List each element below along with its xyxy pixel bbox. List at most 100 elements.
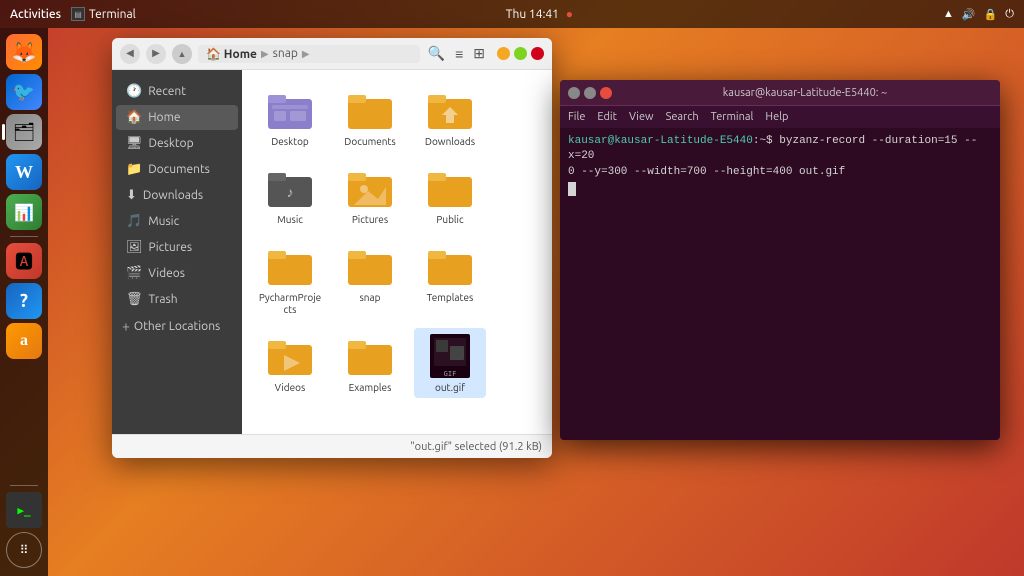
terminal-prompt: kausar@kausar-Latitude-E5440: [568, 135, 753, 147]
documents-icon: 📁: [126, 162, 142, 177]
file-manager-titlebar: ◀ ▶ ▲ 🏠 Home ▶ snap ▶ 🔍 ≡ ⊞: [112, 38, 552, 70]
sidebar-item-documents[interactable]: 📁 Documents: [116, 157, 238, 182]
application-dock: 🦊 🐦 🗂 W 📊 🅰 ? a ▶_ ⠿: [0, 28, 48, 576]
forward-button[interactable]: ▶: [146, 44, 166, 64]
path-arrow-2: ▶: [302, 48, 310, 60]
dock-icon-software[interactable]: 🅰: [6, 243, 42, 279]
terminal-minimize-button[interactable]: [568, 87, 580, 99]
dock-icon-calc[interactable]: 📊: [6, 194, 42, 230]
file-item-documents[interactable]: Documents: [334, 82, 406, 152]
file-name-snap: snap: [359, 292, 380, 304]
folder-icon-documents: [346, 86, 394, 134]
folder-icon-videos: [266, 332, 314, 380]
terminal-cursor-line: [568, 180, 992, 195]
sidebar-item-videos[interactable]: 🎬 Videos: [116, 261, 238, 286]
sidebar-label-videos: Videos: [148, 267, 185, 280]
sidebar-item-other-locations[interactable]: + Other Locations: [112, 313, 242, 339]
dock-icon-writer[interactable]: W: [6, 154, 42, 190]
sidebar-item-pictures[interactable]: 🖼 Pictures: [116, 235, 238, 260]
file-item-desktop[interactable]: Desktop: [254, 82, 326, 152]
sidebar-label-trash: Trash: [149, 293, 178, 306]
add-icon: +: [122, 318, 130, 334]
sidebar-item-recent[interactable]: 🕐 Recent: [116, 79, 238, 104]
minimize-button[interactable]: [497, 47, 510, 60]
file-item-templates[interactable]: Templates: [414, 238, 486, 320]
file-name-examples: Examples: [349, 382, 392, 394]
terminal-window-controls: [568, 87, 612, 99]
sidebar-item-music[interactable]: 🎵 Music: [116, 209, 238, 234]
terminal-menu-edit[interactable]: Edit: [597, 111, 617, 123]
dock-icon-terminal[interactable]: ▶_: [6, 492, 42, 528]
recent-icon: 🕐: [126, 84, 142, 99]
terminal-cursor: [568, 182, 576, 196]
file-item-examples[interactable]: Examples: [334, 328, 406, 398]
file-name-videos: Videos: [275, 382, 306, 394]
up-button[interactable]: ▲: [172, 44, 192, 64]
sidebar-item-home[interactable]: 🏠 Home: [116, 105, 238, 130]
sidebar-item-trash[interactable]: 🗑 Trash: [116, 287, 238, 312]
terminal-menu-help[interactable]: Help: [765, 111, 788, 123]
folder-icon-music: ♪: [266, 164, 314, 212]
home-icon: 🏠: [126, 110, 142, 125]
file-item-videos[interactable]: Videos: [254, 328, 326, 398]
terminal-close-button[interactable]: [600, 87, 612, 99]
file-name-pycharm: PycharmProjects: [258, 292, 322, 316]
file-item-downloads[interactable]: Downloads: [414, 82, 486, 152]
terminal-menu-view[interactable]: View: [629, 111, 654, 123]
terminal-command-cont: 0 --y=300 --width=700 --height=400 out.g…: [568, 166, 845, 178]
terminal-maximize-button[interactable]: [584, 87, 596, 99]
window-controls: [497, 47, 544, 60]
folder-icon-downloads: [426, 86, 474, 134]
dock-icon-files[interactable]: 🗂: [6, 114, 42, 150]
activities-button[interactable]: Activities: [10, 8, 61, 21]
file-item-out-gif[interactable]: GIF out.gif: [414, 328, 486, 398]
view-options-button[interactable]: ≡: [453, 44, 465, 64]
file-item-snap[interactable]: snap: [334, 238, 406, 320]
recording-dot: ●: [566, 8, 573, 21]
system-tray: ▲ 🔊 🔒 ⏻: [943, 8, 1014, 21]
gif-file-icon: GIF: [426, 332, 474, 380]
terminal-body[interactable]: kausar@kausar-Latitude-E5440:~$ byzanz-r…: [560, 128, 1000, 440]
path-crumb-snap: snap: [273, 47, 298, 60]
folder-icon-pictures: [346, 164, 394, 212]
back-button[interactable]: ◀: [120, 44, 140, 64]
music-icon: 🎵: [126, 214, 142, 229]
file-name-downloads: Downloads: [425, 136, 475, 148]
svg-text:GIF: GIF: [444, 370, 457, 378]
file-item-pictures[interactable]: Pictures: [334, 160, 406, 230]
path-bar[interactable]: 🏠 Home ▶ snap ▶: [198, 45, 420, 63]
dock-icon-thunderbird[interactable]: 🐦: [6, 74, 42, 110]
lock-icon: 🔒: [984, 8, 998, 21]
file-item-pycharmprojects[interactable]: PycharmProjects: [254, 238, 326, 320]
terminal-taskbar-icon: ▤: [71, 7, 85, 21]
maximize-button[interactable]: [514, 47, 527, 60]
terminal-line-2: 0 --y=300 --width=700 --height=400 out.g…: [568, 165, 992, 180]
sidebar-label-desktop: Desktop: [149, 137, 194, 150]
dock-icon-firefox[interactable]: 🦊: [6, 34, 42, 70]
file-manager-window: ◀ ▶ ▲ 🏠 Home ▶ snap ▶ 🔍 ≡ ⊞ 🕐 Recent: [112, 38, 552, 458]
file-name-public: Public: [436, 214, 463, 226]
pictures-icon: 🖼: [126, 240, 143, 255]
power-icon: ⏻: [1005, 8, 1014, 21]
terminal-taskbar-item[interactable]: ▤ Terminal: [71, 7, 136, 21]
terminal-menu-search[interactable]: Search: [666, 111, 699, 123]
desktop-icon: 🖥: [126, 136, 143, 151]
file-item-public[interactable]: Public: [414, 160, 486, 230]
close-button[interactable]: [531, 47, 544, 60]
terminal-menu-terminal[interactable]: Terminal: [711, 111, 754, 123]
fm-toolbar-right: 🔍 ≡ ⊞: [426, 43, 487, 64]
file-item-music[interactable]: ♪ Music: [254, 160, 326, 230]
dock-icon-apps[interactable]: ⠿: [6, 532, 42, 568]
sidebar-item-downloads[interactable]: ⬇ Downloads: [116, 183, 238, 208]
file-name-pictures: Pictures: [352, 214, 388, 226]
dock-icon-help[interactable]: ?: [6, 283, 42, 319]
dock-icon-amazon[interactable]: a: [6, 323, 42, 359]
path-home: 🏠 Home: [206, 47, 257, 61]
terminal-menu-file[interactable]: File: [568, 111, 585, 123]
terminal-titlebar: kausar@kausar-Latitude-E5440: ~: [560, 80, 1000, 106]
terminal-taskbar-label: Terminal: [89, 8, 136, 21]
file-content-area[interactable]: Desktop Documents: [242, 70, 552, 434]
grid-view-button[interactable]: ⊞: [471, 43, 487, 64]
sidebar-item-desktop[interactable]: 🖥 Desktop: [116, 131, 238, 156]
search-button[interactable]: 🔍: [426, 43, 447, 64]
